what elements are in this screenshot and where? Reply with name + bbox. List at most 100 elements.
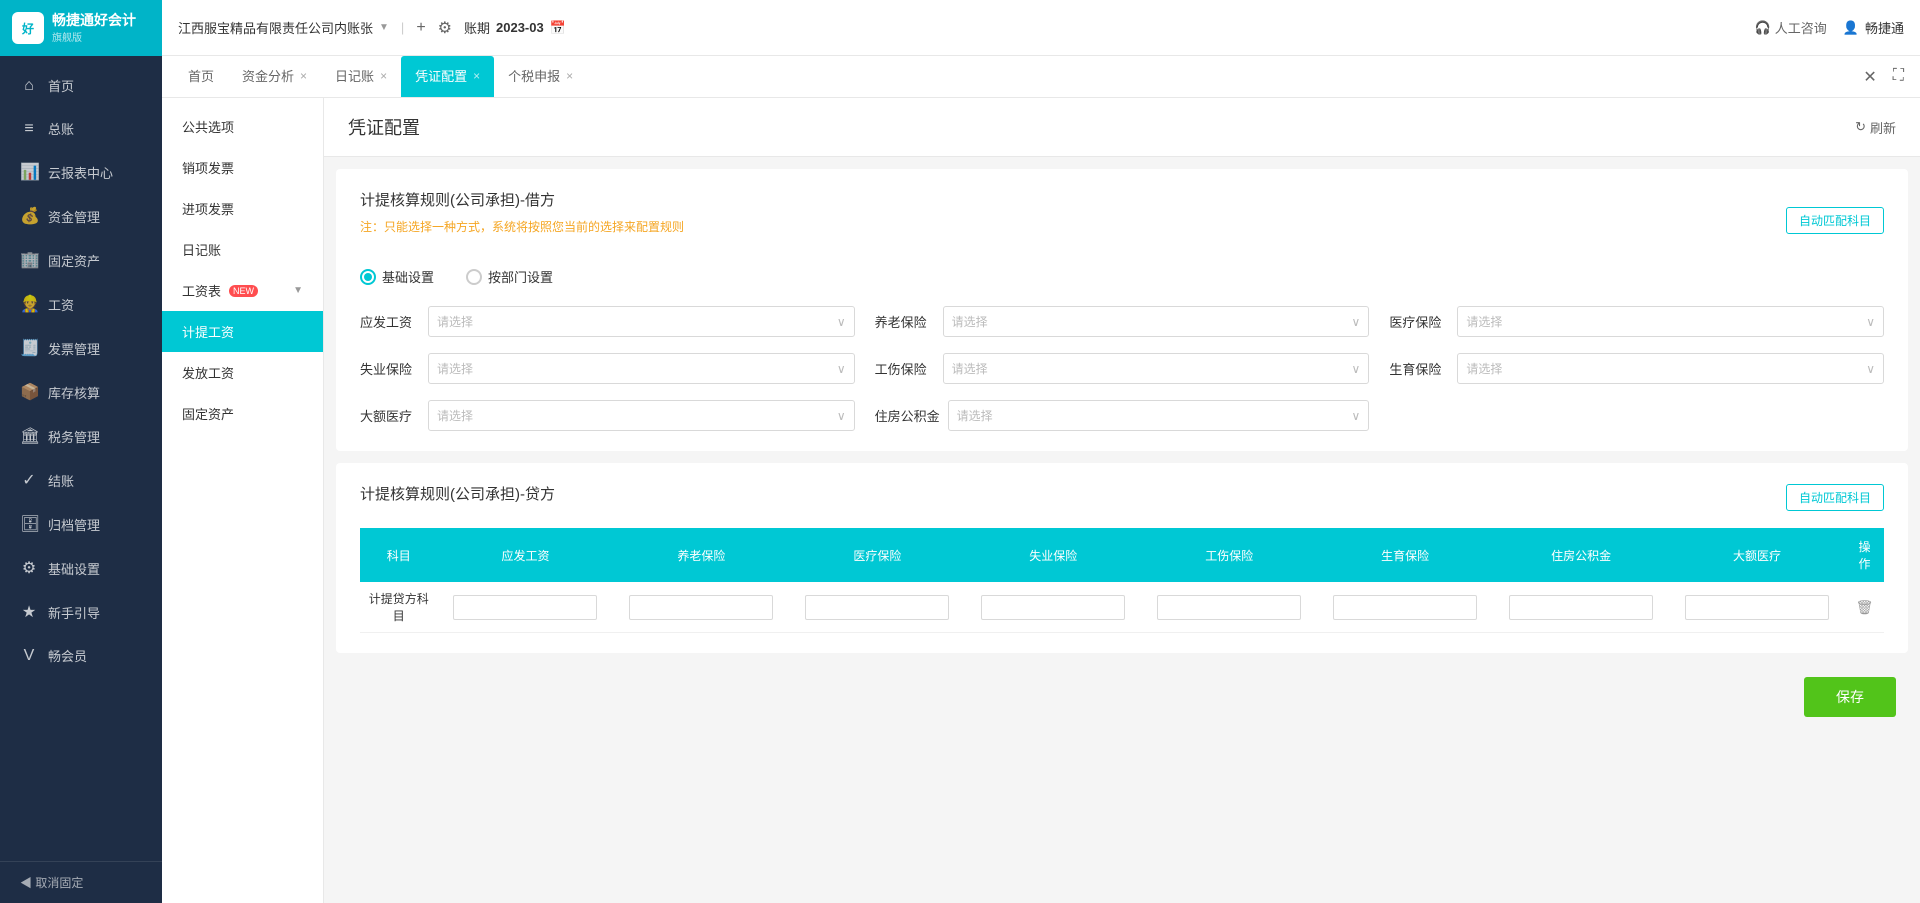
sub-sidebar-item-salary-table[interactable]: 工资表 NEW ▼ xyxy=(162,270,323,311)
debit-auto-match-button[interactable]: 自动匹配科目 xyxy=(1786,207,1884,234)
sidebar-item-inventory[interactable]: 📦 库存核算 xyxy=(0,370,162,414)
sub-sidebar-purchase-label: 进项发票 xyxy=(182,199,234,218)
field-select-yiliao[interactable]: 请选择 ∨ xyxy=(1457,306,1884,337)
sub-sidebar-item-pay-salary[interactable]: 发放工资 xyxy=(162,352,323,393)
sub-sidebar-fixed-assets-label: 固定资产 xyxy=(182,404,234,423)
field-label: 住房公积金 xyxy=(875,406,940,425)
sidebar-item-label: 云报表中心 xyxy=(48,163,113,182)
refresh-button[interactable]: ↻ 刷新 xyxy=(1855,118,1896,137)
sidebar-item-salary[interactable]: 👷 工资 xyxy=(0,282,162,326)
th-operation: 操作 xyxy=(1845,528,1884,582)
tab-tax-close[interactable]: × xyxy=(566,69,573,83)
sub-sidebar-pay-salary-label: 发放工资 xyxy=(182,363,234,382)
refresh-icon: ↻ xyxy=(1855,119,1866,135)
sidebar-item-label: 税务管理 xyxy=(48,427,100,446)
input-daeyiliao[interactable] xyxy=(1685,595,1829,620)
field-shengyu: 生育保险 请选择 ∨ xyxy=(1389,353,1884,384)
sidebar-item-label: 基础设置 xyxy=(48,559,100,578)
settings-icon: ⚙ xyxy=(20,558,38,578)
field-label: 失业保险 xyxy=(360,359,420,378)
th-subject: 科目 xyxy=(360,528,437,582)
tab-capital-close[interactable]: × xyxy=(300,69,307,83)
sub-sidebar-item-accrual[interactable]: 计提工资 xyxy=(162,311,323,352)
field-select-shengyu[interactable]: 请选择 ∨ xyxy=(1457,353,1884,384)
sidebar-item-archive[interactable]: 🗄 归档管理 xyxy=(0,502,162,546)
tab-home[interactable]: 首页 xyxy=(174,56,228,97)
input-gongshang[interactable] xyxy=(1157,595,1301,620)
maximize-button[interactable]: ⛶ xyxy=(1889,63,1908,91)
tab-capital[interactable]: 资金分析 × xyxy=(228,56,321,97)
cell-yingfa xyxy=(437,582,613,633)
radio-basic[interactable]: 基础设置 xyxy=(360,267,434,286)
sidebar-item-vip[interactable]: V 畅会员 xyxy=(0,634,162,677)
service-button[interactable]: 🎧 人工咨询 xyxy=(1755,18,1827,37)
sidebar-item-settle[interactable]: ✓ 结账 xyxy=(0,458,162,502)
tab-journal[interactable]: 日记账 × xyxy=(321,56,401,97)
sidebar-item-ledger[interactable]: ≡ 总账 xyxy=(0,107,162,150)
field-select-yingfa[interactable]: 请选择 ∨ xyxy=(428,306,855,337)
guide-icon: ★ xyxy=(20,602,38,622)
input-yiliao[interactable] xyxy=(805,595,949,620)
tab-journal-label: 日记账 xyxy=(335,66,374,85)
refresh-label: 刷新 xyxy=(1870,118,1896,137)
sidebar-item-label: 固定资产 xyxy=(48,251,100,270)
page-title: 凭证配置 xyxy=(348,114,420,140)
input-shiye[interactable] xyxy=(981,595,1125,620)
sidebar-item-guide[interactable]: ★ 新手引导 xyxy=(0,590,162,634)
account-settings-icon[interactable]: ⚙ xyxy=(438,18,452,38)
th-shiye: 失业保险 xyxy=(965,528,1141,582)
sub-sidebar-item-journal[interactable]: 日记账 xyxy=(162,229,323,270)
radio-dept[interactable]: 按部门设置 xyxy=(466,267,553,286)
sidebar-item-capital[interactable]: 💰 资金管理 xyxy=(0,194,162,238)
th-yanglao: 养老保险 xyxy=(613,528,789,582)
close-tab-button[interactable]: ✕ xyxy=(1859,63,1880,91)
sub-sidebar-item-purchase[interactable]: 进项发票 xyxy=(162,188,323,229)
tab-voucher[interactable]: 凭证配置 × xyxy=(401,56,494,97)
input-shengyu[interactable] xyxy=(1333,595,1477,620)
sidebar-item-tax[interactable]: 🏛 税务管理 xyxy=(0,414,162,458)
field-select-zhufang[interactable]: 请选择 ∨ xyxy=(948,400,1370,431)
period-label: 账期 xyxy=(464,18,490,37)
user-menu[interactable]: 👤 畅捷通 xyxy=(1843,18,1904,37)
tab-voucher-close[interactable]: × xyxy=(473,69,480,83)
company-selector[interactable]: 江西服宝精品有限责任公司内账张 ▼ xyxy=(178,18,389,37)
unpin-sidebar-button[interactable]: ◀ 取消固定 xyxy=(0,861,162,903)
sub-sidebar-item-fixed-assets[interactable]: 固定资产 xyxy=(162,393,323,434)
main-content: 凭证配置 ↻ 刷新 计提核算规则(公司承担)-借方 注：只能选择一种方式，系统将… xyxy=(324,98,1920,903)
tab-journal-close[interactable]: × xyxy=(380,69,387,83)
field-select-shiye[interactable]: 请选择 ∨ xyxy=(428,353,855,384)
field-gongshang: 工伤保险 请选择 ∨ xyxy=(875,353,1370,384)
sidebar-item-label: 首页 xyxy=(48,76,74,95)
sub-sidebar-item-public[interactable]: 公共选项 xyxy=(162,106,323,147)
logo-sub: 旗舰版 xyxy=(52,29,136,44)
field-select-daeyiliao[interactable]: 请选择 ∨ xyxy=(428,400,855,431)
vip-icon: V xyxy=(20,647,38,665)
select-chevron-icon: ∨ xyxy=(1352,315,1361,329)
field-select-gongshang[interactable]: 请选择 ∨ xyxy=(943,353,1370,384)
input-yanglao[interactable] xyxy=(629,595,773,620)
ledger-icon: ≡ xyxy=(20,120,38,138)
tab-tax[interactable]: 个税申报 × xyxy=(494,56,587,97)
input-yingfa[interactable] xyxy=(453,595,597,620)
sidebar-item-assets[interactable]: 🏢 固定资产 xyxy=(0,238,162,282)
sidebar-item-reports[interactable]: 📊 云报表中心 xyxy=(0,150,162,194)
sidebar-item-invoice[interactable]: 🧾 发票管理 xyxy=(0,326,162,370)
input-zhufang[interactable] xyxy=(1509,595,1653,620)
tax-icon: 🏛 xyxy=(20,426,38,446)
cell-delete: 🗑 xyxy=(1845,582,1884,633)
delete-row-button[interactable]: 🗑 xyxy=(1856,599,1874,615)
period-selector[interactable]: 账期 2023-03 📅 xyxy=(464,18,566,37)
field-select-yanglao[interactable]: 请选择 ∨ xyxy=(943,306,1370,337)
user-name: 畅捷通 xyxy=(1865,18,1904,37)
save-button[interactable]: 保存 xyxy=(1804,677,1896,717)
th-daeyiliao: 大额医疗 xyxy=(1669,528,1845,582)
add-account-button[interactable]: + xyxy=(416,19,425,37)
sub-sidebar-item-sales[interactable]: 销项发票 xyxy=(162,147,323,188)
credit-auto-match-button[interactable]: 自动匹配科目 xyxy=(1786,484,1884,511)
sidebar-item-home[interactable]: ⌂ 首页 xyxy=(0,64,162,107)
cell-gongshang xyxy=(1141,582,1317,633)
sidebar-item-label: 畅会员 xyxy=(48,646,87,665)
sidebar-item-settings[interactable]: ⚙ 基础设置 xyxy=(0,546,162,590)
cell-daeyiliao xyxy=(1669,582,1845,633)
topbar-divider: | xyxy=(401,20,404,35)
